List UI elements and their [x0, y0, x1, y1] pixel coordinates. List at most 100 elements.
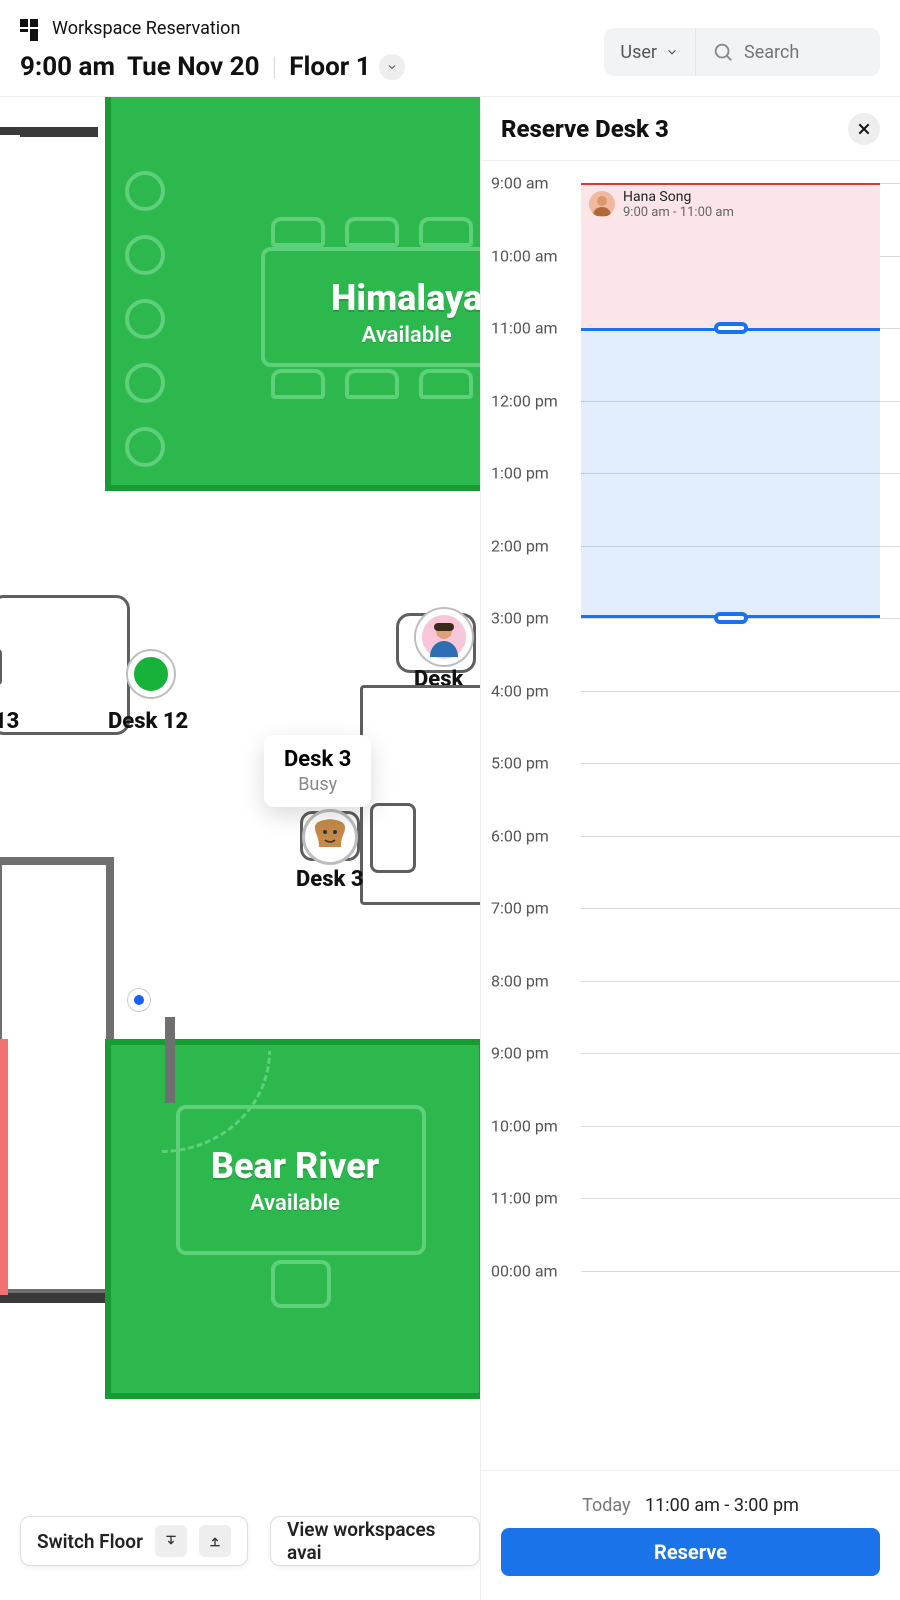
hour-label: 11:00 pm	[491, 1189, 571, 1208]
hour-label: 9:00 pm	[491, 1044, 571, 1063]
wall-segment	[0, 857, 114, 1297]
timeline[interactable]: 9:00 am10:00 am11:00 am12:00 pm1:00 pm2:…	[481, 161, 900, 1470]
now-line	[581, 183, 880, 185]
room-name: Bear River	[111, 1145, 479, 1187]
search-input[interactable]	[744, 42, 864, 63]
user-dropdown[interactable]: User	[604, 28, 696, 76]
hour-label: 11:00 am	[491, 319, 571, 338]
floor-down-icon[interactable]	[155, 1525, 187, 1557]
reserve-panel: Reserve Desk 3 9:00 am10:00 am11:00 am12…	[480, 97, 900, 1600]
hour-label: 1:00 pm	[491, 464, 571, 483]
floor-selector[interactable]: Floor 1	[289, 52, 404, 82]
hour-line	[581, 691, 900, 692]
selection-summary: Today 11:00 am - 3:00 pm	[582, 1495, 799, 1516]
hour-line	[581, 981, 900, 982]
switch-floor-label: Switch Floor	[37, 1530, 143, 1553]
switch-floor-button[interactable]: Switch Floor	[20, 1516, 248, 1566]
chair-icon	[0, 649, 2, 685]
app-header: Workspace Reservation 9:00 am Tue Nov 20…	[0, 0, 900, 97]
body: Himalaya Available 13 Desk 12 Desk Desk …	[0, 97, 900, 1600]
chair-icon	[345, 217, 399, 247]
app-brand: Workspace Reservation	[20, 18, 240, 39]
chair-icon	[370, 803, 416, 873]
context-date[interactable]: Tue Nov 20	[127, 52, 260, 82]
view-workspaces-button[interactable]: View workspaces avai	[270, 1516, 480, 1566]
search-box[interactable]	[696, 28, 880, 76]
desk-12-label[interactable]: Desk 12	[108, 709, 188, 734]
hour-label: 7:00 pm	[491, 899, 571, 918]
room-busy-indicator	[0, 1039, 8, 1295]
selection-block[interactable]	[581, 328, 880, 618]
chair-icon	[271, 369, 325, 399]
floor-label: Floor 1	[289, 52, 370, 82]
hour-label: 00:00 am	[491, 1261, 571, 1280]
desk-tooltip: Desk 3 Busy	[264, 735, 371, 807]
room-label: Bear River Available	[111, 1145, 479, 1216]
wall-segment	[380, 685, 420, 688]
room-himalaya[interactable]: Himalaya Available	[105, 97, 480, 491]
chevron-down-icon[interactable]	[379, 54, 405, 80]
hour-line	[581, 1126, 900, 1127]
room-status: Available	[331, 323, 480, 348]
avatar[interactable]	[416, 609, 472, 665]
chair-icon	[419, 217, 473, 247]
separator: |	[272, 52, 278, 82]
desk-12-status-dot	[128, 651, 174, 697]
chair-icon	[271, 217, 325, 247]
hour-label: 3:00 pm	[491, 609, 571, 628]
floor-up-icon[interactable]	[199, 1525, 231, 1557]
wall-segment	[0, 135, 20, 495]
chevron-down-icon	[665, 45, 679, 59]
view-workspaces-label: View workspaces avai	[287, 1518, 463, 1564]
room-bear-river[interactable]: Bear River Available	[105, 1039, 480, 1399]
close-button[interactable]	[848, 113, 880, 145]
app-title: Workspace Reservation	[52, 18, 240, 39]
chair-icon	[125, 363, 165, 403]
tooltip-status: Busy	[284, 774, 351, 795]
panel-footer: Today 11:00 am - 3:00 pm Reserve	[481, 1470, 900, 1600]
busy-block[interactable]: Hana Song9:00 am - 11:00 am	[581, 183, 880, 328]
reserve-button[interactable]: Reserve	[501, 1528, 880, 1576]
chair-icon	[125, 299, 165, 339]
hour-line	[581, 908, 900, 909]
room-name: Himalaya	[331, 277, 480, 319]
user-label: User	[620, 42, 657, 63]
hour-line	[581, 1271, 900, 1272]
close-icon	[856, 121, 872, 137]
context-time[interactable]: 9:00 am	[20, 52, 115, 82]
avatar	[589, 191, 615, 217]
avatar[interactable]	[302, 809, 358, 865]
chair-icon	[419, 369, 473, 399]
app-logo-icon	[20, 19, 40, 39]
summary-range: 11:00 am - 3:00 pm	[645, 1495, 799, 1516]
desk-3-label[interactable]: Desk 3	[296, 867, 364, 892]
chair-icon	[125, 171, 165, 211]
hour-label: 10:00 am	[491, 246, 571, 265]
desk-13-label: 13	[0, 709, 19, 734]
chair-icon	[271, 1260, 331, 1308]
panel-title: Reserve Desk 3	[501, 115, 669, 143]
chair-icon	[125, 235, 165, 275]
selection-handle-top[interactable]	[714, 322, 748, 334]
header-right: User	[604, 28, 880, 76]
hour-label: 12:00 pm	[491, 391, 571, 410]
panel-header: Reserve Desk 3	[481, 97, 900, 161]
context-row: 9:00 am Tue Nov 20 | Floor 1	[20, 52, 405, 82]
search-icon	[712, 41, 734, 63]
hour-line	[581, 836, 900, 837]
hour-line	[581, 1053, 900, 1054]
reserve-button-label: Reserve	[654, 1540, 727, 1564]
hour-line	[581, 763, 900, 764]
summary-day: Today	[582, 1495, 630, 1516]
selection-handle-bottom[interactable]	[714, 612, 748, 624]
hour-label: 2:00 pm	[491, 536, 571, 555]
hour-label: 4:00 pm	[491, 681, 571, 700]
tooltip-title: Desk 3	[284, 747, 351, 772]
room-status: Available	[111, 1191, 479, 1216]
room-label: Himalaya Available	[331, 277, 480, 348]
chair-icon	[345, 369, 399, 399]
hour-label: 10:00 pm	[491, 1116, 571, 1135]
busy-text: Hana Song9:00 am - 11:00 am	[623, 189, 734, 220]
location-dot-icon	[128, 989, 150, 1011]
floor-map[interactable]: Himalaya Available 13 Desk 12 Desk Desk …	[0, 97, 480, 1600]
